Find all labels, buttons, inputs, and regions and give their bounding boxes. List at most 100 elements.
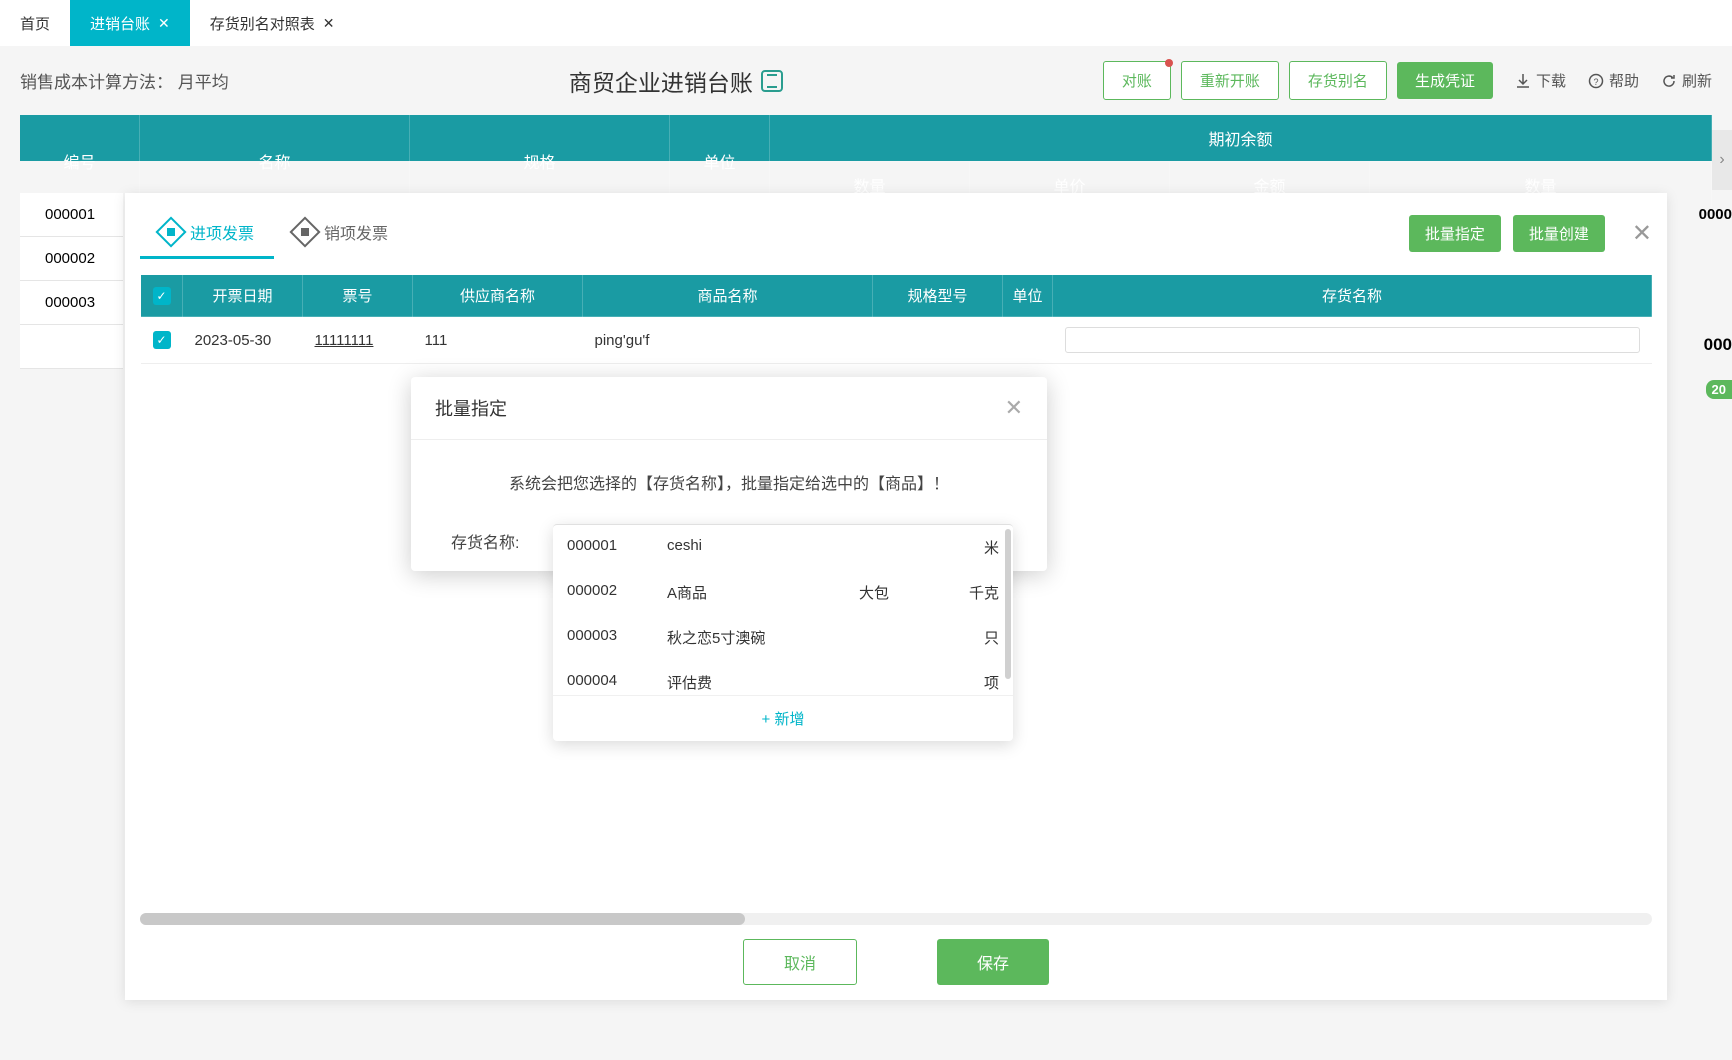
main-table: 编号 名称 规格 单位 期初余额 数量 单价 金额 数量 xyxy=(20,115,1712,161)
method-text: 销售成本计算方法： xyxy=(20,73,173,92)
modal-description: 系统会把您选择的【存货名称】，批量指定给选中的【商品】！ xyxy=(451,470,1007,494)
invoice-table: ✓ 开票日期 票号 供应商名称 商品名称 规格型号 单位 存货名称 ✓ 2023… xyxy=(140,274,1652,364)
cell-unit xyxy=(1003,317,1053,364)
table-row-empty xyxy=(20,325,123,369)
page-title: 商贸企业进销台账 xyxy=(249,64,1103,98)
cell-supplier: 111 xyxy=(413,317,583,364)
dropdown-scrollbar[interactable] xyxy=(1005,529,1011,679)
close-icon[interactable]: ✕ xyxy=(1632,219,1652,248)
method-label: 销售成本计算方法： 月平均 xyxy=(20,68,229,93)
save-button[interactable]: 保存 xyxy=(937,939,1049,985)
item-code: 000004 xyxy=(567,672,667,693)
edge-value: 0000 xyxy=(1699,206,1732,223)
count-badge: 20 xyxy=(1706,380,1732,399)
table-header: 编号 名称 规格 单位 期初余额 数量 单价 金额 数量 xyxy=(20,115,1712,161)
row-checkbox[interactable]: ✓ xyxy=(141,317,183,364)
cell-goods: ping'gu'f xyxy=(583,317,873,364)
item-unit: 千克 xyxy=(949,582,999,603)
th-check[interactable]: ✓ xyxy=(141,275,183,317)
dropdown-body: 000001 ceshi 米 000002 A商品 大包 千克 000003 秋… xyxy=(553,525,1013,695)
generate-button[interactable]: 生成凭证 xyxy=(1397,62,1493,99)
box-icon xyxy=(289,216,320,247)
header-actions: 对账 重新开账 存货别名 生成凭证 下载 ? 帮助 刷新 xyxy=(1103,61,1712,100)
modal-header: 批量指定 ✕ xyxy=(411,377,1047,440)
alias-button[interactable]: 存货别名 xyxy=(1289,61,1387,100)
page-header: 销售成本计算方法： 月平均 商贸企业进销台账 对账 重新开账 存货别名 生成凭证… xyxy=(0,46,1732,115)
svg-text:?: ? xyxy=(1593,77,1598,87)
top-tabs: 首页 进销台账 ✕ 存货别名对照表 ✕ xyxy=(0,0,1732,46)
tab-input-invoice[interactable]: 进项发票 xyxy=(140,208,274,259)
dropdown-item[interactable]: 000001 ceshi 米 xyxy=(553,525,1013,570)
tab-output-invoice[interactable]: 销项发票 xyxy=(274,208,408,259)
item-unit: 项 xyxy=(949,672,999,693)
panel-actions: 批量指定 批量创建 ✕ xyxy=(1409,215,1652,252)
check-icon: ✓ xyxy=(153,287,171,305)
item-spec xyxy=(859,627,949,648)
code-sidebar: 000001 000002 000003 xyxy=(20,193,123,369)
item-code: 000003 xyxy=(567,627,667,648)
tab-ledger[interactable]: 进销台账 ✕ xyxy=(70,0,190,46)
close-icon[interactable]: ✕ xyxy=(158,15,170,32)
tab-alias[interactable]: 存货别名对照表 ✕ xyxy=(190,0,355,46)
inventory-dropdown: 000001 ceshi 米 000002 A商品 大包 千克 000003 秋… xyxy=(553,524,1013,741)
batch-assign-button[interactable]: 批量指定 xyxy=(1409,215,1501,252)
modal-title: 批量指定 xyxy=(435,395,507,421)
cell-model xyxy=(873,317,1003,364)
th-opening: 期初余额 xyxy=(770,115,1712,161)
item-unit: 只 xyxy=(949,627,999,648)
table-row[interactable]: 000001 xyxy=(20,193,123,237)
close-icon[interactable]: ✕ xyxy=(323,15,335,32)
th-unit: 单位 xyxy=(1003,275,1053,317)
item-spec xyxy=(859,672,949,693)
refresh-icon xyxy=(1661,73,1677,89)
table-row[interactable]: 000002 xyxy=(20,237,123,281)
tab-home[interactable]: 首页 xyxy=(0,0,70,46)
batch-create-button[interactable]: 批量创建 xyxy=(1513,215,1605,252)
cell-num[interactable]: 11111111 xyxy=(303,317,413,364)
th-date: 开票日期 xyxy=(183,275,303,317)
reconcile-button[interactable]: 对账 xyxy=(1103,61,1171,100)
expand-button[interactable]: › xyxy=(1712,130,1732,190)
th-num: 票号 xyxy=(303,275,413,317)
refresh-link[interactable]: 刷新 xyxy=(1661,70,1712,91)
th-model: 规格型号 xyxy=(873,275,1003,317)
sub-tabs: 进项发票 销项发票 xyxy=(140,208,408,259)
table-row[interactable]: ✓ 2023-05-30 11111111 111 ping'gu'f xyxy=(141,317,1652,364)
item-name: 评估费 xyxy=(667,672,859,693)
invoice-link[interactable]: 11111111 xyxy=(315,332,374,349)
help-label: 帮助 xyxy=(1609,70,1639,91)
th-supplier: 供应商名称 xyxy=(413,275,583,317)
dropdown-item[interactable]: 000003 秋之恋5寸澳碗 只 xyxy=(553,615,1013,660)
table-row[interactable]: 000003 xyxy=(20,281,123,325)
horizontal-scrollbar[interactable] xyxy=(140,913,1652,925)
title-text: 商贸企业进销台账 xyxy=(569,64,753,98)
tab-label: 进销台账 xyxy=(90,13,150,34)
method-value: 月平均 xyxy=(178,73,229,92)
th-goods: 商品名称 xyxy=(583,275,873,317)
scrollbar-thumb[interactable] xyxy=(140,913,745,925)
sub-tab-label: 销项发票 xyxy=(324,220,388,244)
panel-header: 进项发票 销项发票 批量指定 批量创建 ✕ xyxy=(140,208,1652,259)
cell-inventory[interactable] xyxy=(1053,317,1652,364)
inventory-input[interactable] xyxy=(1065,327,1640,353)
help-link[interactable]: ? 帮助 xyxy=(1588,70,1639,91)
help-icon: ? xyxy=(1588,73,1604,89)
dropdown-item[interactable]: 000004 评估费 项 xyxy=(553,660,1013,695)
reopen-button[interactable]: 重新开账 xyxy=(1181,61,1279,100)
check-icon: ✓ xyxy=(153,331,171,349)
box-icon xyxy=(155,216,186,247)
item-unit: 米 xyxy=(949,537,999,558)
item-code: 000001 xyxy=(567,537,667,558)
dropdown-item[interactable]: 000002 A商品 大包 千克 xyxy=(553,570,1013,615)
cancel-button[interactable]: 取消 xyxy=(743,939,857,985)
add-new-button[interactable]: + 新增 xyxy=(553,695,1013,741)
tab-label: 存货别名对照表 xyxy=(210,13,315,34)
panel-footer: 取消 保存 xyxy=(125,939,1667,985)
sub-tab-label: 进项发票 xyxy=(190,220,254,244)
cell-date: 2023-05-30 xyxy=(183,317,303,364)
download-link[interactable]: 下载 xyxy=(1515,70,1566,91)
edge-value: 000 xyxy=(1704,335,1732,355)
refresh-label: 刷新 xyxy=(1682,70,1712,91)
close-icon[interactable]: ✕ xyxy=(1005,395,1023,421)
download-icon xyxy=(1515,73,1531,89)
